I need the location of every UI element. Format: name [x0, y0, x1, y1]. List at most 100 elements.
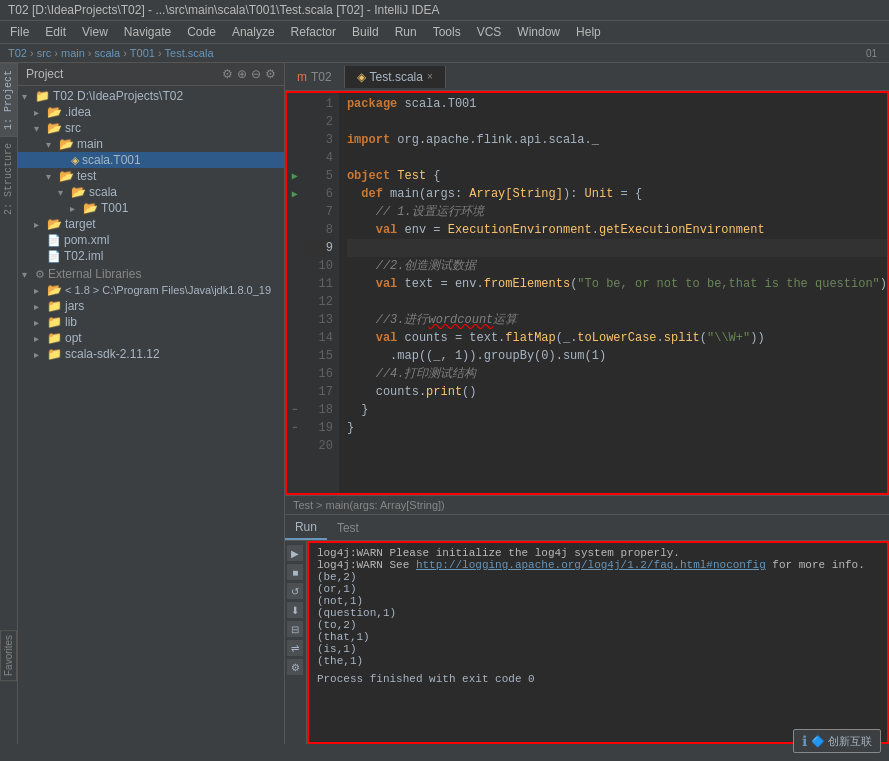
run-arrow-5[interactable]: ▶	[292, 170, 298, 182]
menu-item-analyze[interactable]: Analyze	[226, 23, 281, 41]
menu-item-window[interactable]: Window	[511, 23, 566, 41]
log4j-link[interactable]: http://logging.apache.org/log4j/1.2/faq.…	[416, 559, 766, 571]
bottom-panel: Run Test ▶ ■ ↺ ⬇ ⊟ ⇌ ⚙	[285, 514, 889, 744]
tree-item-main[interactable]: ▾ 📂 main	[18, 136, 284, 152]
side-tab-structure[interactable]: 2: Structure	[0, 136, 17, 221]
menu-item-file[interactable]: File	[4, 23, 35, 41]
tree-item-jdk[interactable]: ▸ 📂 < 1.8 > C:\Program Files\Java\jdk1.8…	[18, 282, 284, 298]
tree-item-t001[interactable]: ▸ 📂 T001	[18, 200, 284, 216]
project-collapse-icon[interactable]: ⊖	[251, 67, 261, 81]
tree-item-root[interactable]: ▾ 📁 T02 D:\IdeaProjects\T02	[18, 88, 284, 104]
console-line-warn1: log4j:WARN Please initialize the log4j s…	[317, 547, 879, 559]
t001-folder-icon: 📂	[83, 201, 98, 215]
idea-folder-icon: 📂	[47, 105, 62, 119]
project-gear-icon[interactable]: ⚙	[265, 67, 276, 81]
console-line-question: (question,1)	[317, 607, 879, 619]
tab-test-scala[interactable]: ◈ Test.scala ×	[345, 66, 446, 88]
tree-item-jars[interactable]: ▸ 📁 jars	[18, 298, 284, 314]
code-line-3: import org.apache.flink.api.scala._	[347, 131, 887, 149]
menu-item-refactor[interactable]: Refactor	[285, 23, 342, 41]
code-line-12	[347, 293, 887, 311]
tree-item-target[interactable]: ▸ 📂 target	[18, 216, 284, 232]
bottom-tab-run[interactable]: Run	[285, 516, 327, 540]
side-tab-project[interactable]: 1: Project	[0, 63, 17, 136]
menu-item-code[interactable]: Code	[181, 23, 222, 41]
collapse-19[interactable]: −	[292, 423, 297, 433]
main-folder-icon: 📂	[59, 137, 74, 151]
scroll-end-button[interactable]: ⬇	[287, 602, 303, 618]
collapse-18[interactable]: −	[292, 405, 297, 415]
run-arrow-6[interactable]: ▶	[292, 188, 298, 200]
breadcrumb-status-text: Test > main(args: Array[String])	[293, 499, 445, 511]
project-settings-icon[interactable]: ⚙	[222, 67, 233, 81]
console-line-to: (to,2)	[317, 619, 879, 631]
code-line-1: package scala.T001	[347, 95, 887, 113]
tree-item-iml[interactable]: 📄 T02.iml	[18, 248, 284, 264]
stop-button[interactable]: ■	[287, 564, 303, 580]
tab-close-icon[interactable]: ×	[427, 71, 433, 82]
watermark-text: 🔷 创新互联	[811, 734, 872, 749]
tree-item-pom[interactable]: 📄 pom.xml	[18, 232, 284, 248]
watermark: ℹ 🔷 创新互联	[793, 729, 881, 753]
breadcrumb-t001[interactable]: T001	[130, 47, 155, 59]
opt-icon: 📁	[47, 331, 62, 345]
menu-item-tools[interactable]: Tools	[427, 23, 467, 41]
tree-item-lib[interactable]: ▸ 📁 lib	[18, 314, 284, 330]
console-line-is: (is,1)	[317, 643, 879, 655]
breadcrumb-scala[interactable]: scala	[95, 47, 121, 59]
bottom-content: ▶ ■ ↺ ⬇ ⊟ ⇌ ⚙ log4j:WARN Please initiali…	[285, 541, 889, 744]
code-line-18: }	[347, 401, 887, 419]
run-action-buttons: ▶ ■ ↺ ⬇ ⊟ ⇌ ⚙	[285, 541, 307, 744]
lib-icon: 📁	[47, 315, 62, 329]
tree-item-src[interactable]: ▾ 📂 src	[18, 120, 284, 136]
console-line-or: (or,1)	[317, 583, 879, 595]
bottom-tab-test[interactable]: Test	[327, 517, 369, 539]
code-line-4	[347, 149, 887, 167]
settings-run-button[interactable]: ⚙	[287, 659, 303, 675]
wrap-button[interactable]: ⇌	[287, 640, 303, 656]
tree-item-ext-libs[interactable]: ▾ ⚙ External Libraries	[18, 266, 284, 282]
scala-sdk-icon: 📁	[47, 347, 62, 361]
code-line-20	[347, 437, 887, 455]
line-numbers: 1 2 3 4 5 6 7 8 9 10 11 12 13 14 15 16 1	[303, 93, 339, 493]
xml-file-icon: 📄	[47, 234, 61, 247]
tree-item-scala-sdk[interactable]: ▸ 📁 scala-sdk-2.11.12	[18, 346, 284, 362]
code-editor[interactable]: ▶ ▶ − −	[285, 91, 889, 495]
code-line-2	[347, 113, 887, 131]
breadcrumb-main[interactable]: main	[61, 47, 85, 59]
tree-item-scala-t001[interactable]: ◈ scala.T001	[18, 152, 284, 168]
tree-item-test-scala[interactable]: ▾ 📂 scala	[18, 184, 284, 200]
run-button[interactable]: ▶	[287, 545, 303, 561]
console-line-warn2: log4j:WARN See http://logging.apache.org…	[317, 559, 879, 571]
console-exit-code: Process finished with exit code 0	[317, 673, 879, 685]
menu-item-vcs[interactable]: VCS	[471, 23, 508, 41]
console-line-not: (not,1)	[317, 595, 879, 607]
tree-item-test-dir[interactable]: ▾ 📂 test	[18, 168, 284, 184]
menu-item-run[interactable]: Run	[389, 23, 423, 41]
editor-area: m T02 ◈ Test.scala × ▶ ▶	[285, 63, 889, 744]
title-bar: T02 [D:\IdeaProjects\T02] - ...\src\main…	[0, 0, 889, 21]
iml-file-icon: 📄	[47, 250, 61, 263]
rerun-button[interactable]: ↺	[287, 583, 303, 599]
menu-item-help[interactable]: Help	[570, 23, 607, 41]
breadcrumb-file[interactable]: Test.scala	[165, 47, 214, 59]
menu-item-edit[interactable]: Edit	[39, 23, 72, 41]
code-line-19: }	[347, 419, 887, 437]
menu-item-navigate[interactable]: Navigate	[118, 23, 177, 41]
breadcrumb-src[interactable]: src	[37, 47, 52, 59]
code-content[interactable]: package scala.T001 import org.apache.fli…	[339, 93, 887, 493]
tab-m-t02[interactable]: m T02	[285, 66, 345, 88]
code-line-10: //2.创造测试数据	[347, 257, 887, 275]
code-line-7: // 1.设置运行环境	[347, 203, 887, 221]
menu-item-view[interactable]: View	[76, 23, 114, 41]
tree-item-opt[interactable]: ▸ 📁 opt	[18, 330, 284, 346]
code-line-17: counts.print()	[347, 383, 887, 401]
tree-item-idea[interactable]: ▸ 📂 .idea	[18, 104, 284, 120]
project-expand-icon[interactable]: ⊕	[237, 67, 247, 81]
code-line-11: val text = env.fromElements("To be, or n…	[347, 275, 887, 293]
filter-button[interactable]: ⊟	[287, 621, 303, 637]
favorites-tab[interactable]: Favorites	[0, 630, 17, 681]
menu-item-build[interactable]: Build	[346, 23, 385, 41]
console-output[interactable]: log4j:WARN Please initialize the log4j s…	[307, 541, 889, 744]
breadcrumb-t02[interactable]: T02	[8, 47, 27, 59]
